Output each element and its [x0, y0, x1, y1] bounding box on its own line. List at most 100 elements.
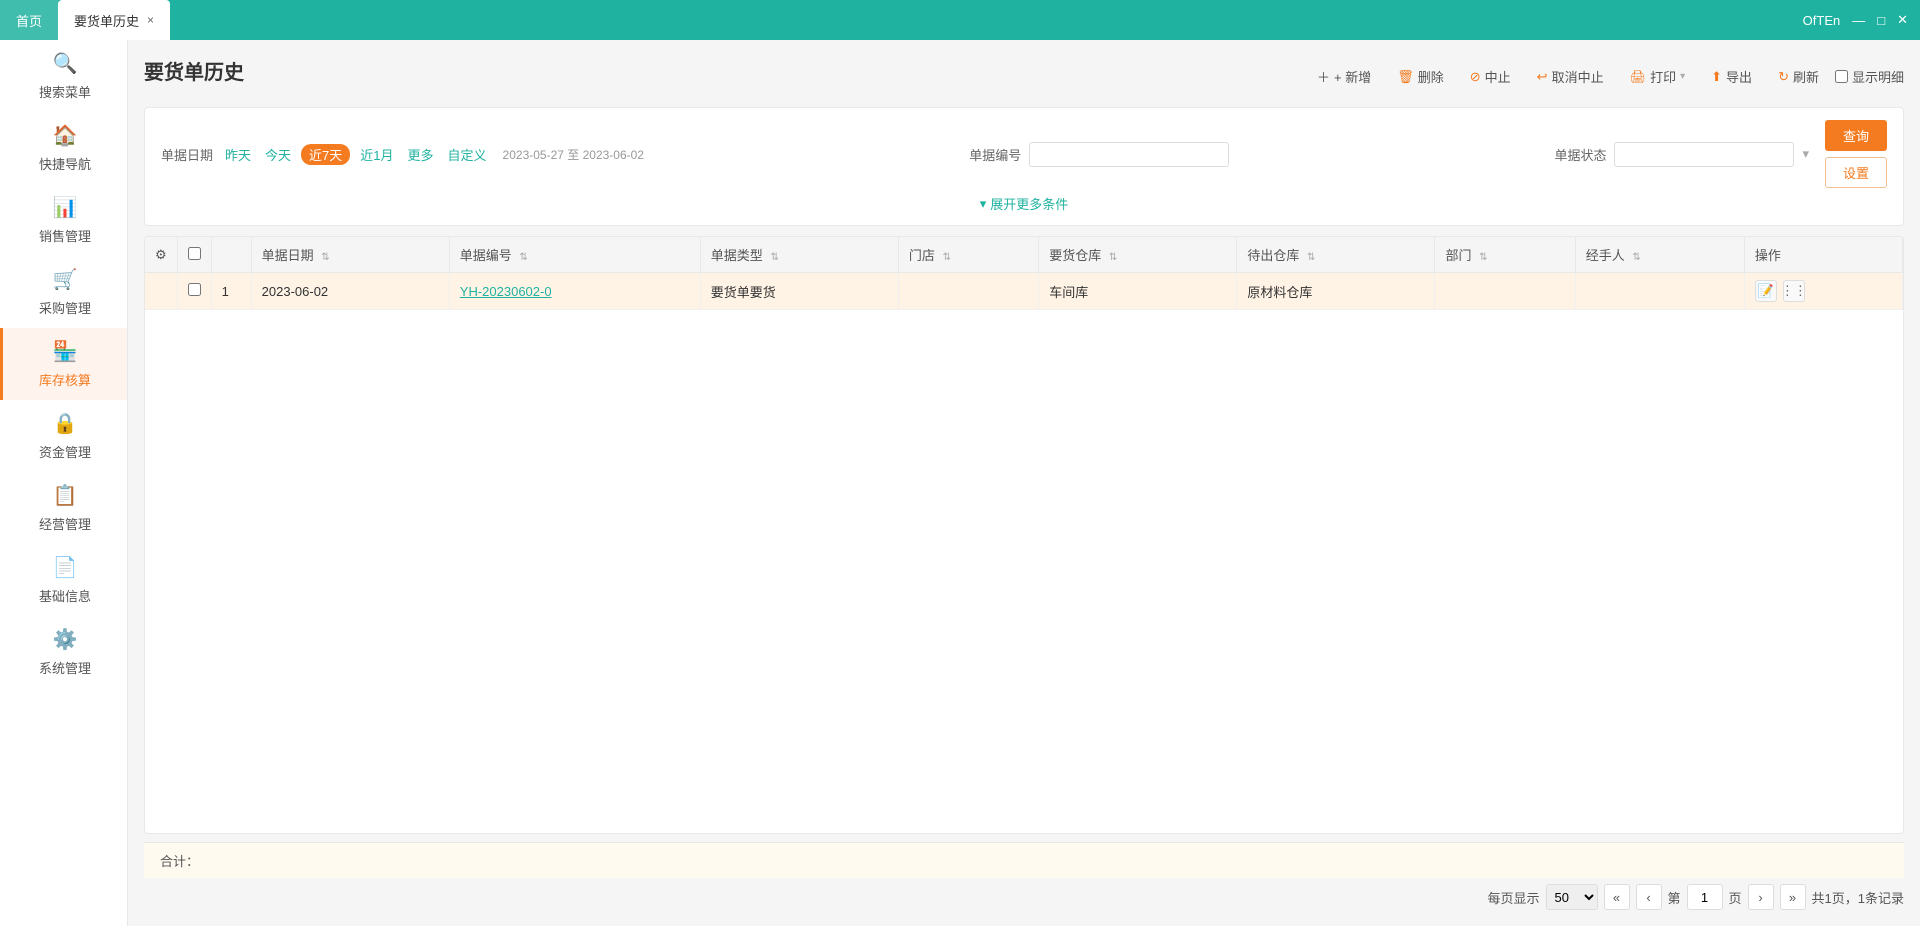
td-doc-no[interactable]: YH-20230602-0 [449, 273, 700, 310]
delete-label: 删除 [1418, 67, 1444, 86]
th-checkbox[interactable] [177, 237, 211, 273]
sidebar-item-basic-info[interactable]: 📄 基础信息 [0, 544, 127, 616]
filter-row-1: 单据日期 昨天 今天 近7天 近1月 更多 自定义 2023-05-27 至 2… [161, 120, 1887, 188]
th-pending-warehouse[interactable]: 待出仓库 ⇅ [1237, 237, 1435, 273]
td-settings [145, 273, 177, 310]
new-btn[interactable]: ＋ + 新增 [1307, 62, 1381, 91]
sidebar-item-label-inventory: 库存核算 [39, 370, 91, 389]
action-edit-btn[interactable]: 📝 [1755, 280, 1777, 302]
refresh-icon: ↻ [1778, 69, 1789, 85]
status-input[interactable] [1614, 142, 1794, 167]
status-dropdown-icon[interactable]: ▾ [1802, 146, 1809, 162]
shortcut-custom[interactable]: 自定义 [444, 144, 491, 165]
sidebar-item-search-menu[interactable]: 🔍 搜索菜单 [0, 40, 127, 112]
next-page-btn[interactable]: › [1748, 884, 1774, 910]
display-detail-checkbox-input[interactable] [1835, 70, 1848, 83]
print-btn[interactable]: 🖨 打印 ▾ [1620, 62, 1696, 91]
sort-pending-warehouse-icon: ⇅ [1307, 252, 1315, 263]
cancel-stop-icon: ↩ [1537, 69, 1548, 85]
page-input[interactable] [1687, 884, 1723, 910]
first-page-btn[interactable]: « [1604, 884, 1630, 910]
purchase-mgmt-icon: 🛒 [53, 267, 78, 292]
maximize-btn[interactable]: □ [1877, 13, 1885, 28]
expand-btn[interactable]: ▾ 展开更多条件 [980, 194, 1069, 213]
delete-btn[interactable]: 🗑 删除 [1387, 62, 1454, 91]
sidebar-item-finance[interactable]: 🔒 资金管理 [0, 400, 127, 472]
td-handler [1575, 273, 1744, 310]
edit-icon: 📝 [1758, 283, 1774, 299]
operations-icon: 📋 [53, 483, 78, 508]
cancel-stop-btn[interactable]: ↩ 取消中止 [1527, 62, 1614, 91]
th-settings[interactable]: ⚙ [145, 237, 177, 273]
row-checkbox[interactable] [188, 283, 201, 296]
shortcut-more[interactable]: 更多 [404, 144, 438, 165]
filter-area: 单据日期 昨天 今天 近7天 近1月 更多 自定义 2023-05-27 至 2… [144, 107, 1904, 226]
shortcut-7days[interactable]: 近7天 [301, 144, 350, 165]
inventory-icon: 🏪 [53, 339, 78, 364]
export-btn[interactable]: ⬆ 导出 [1701, 62, 1762, 91]
shortcut-today[interactable]: 今天 [261, 144, 295, 165]
status-filter-section: 单据状态 ▾ [1554, 142, 1809, 167]
sidebar-item-label-finance: 资金管理 [39, 442, 91, 461]
action-icons: 📝 ⋮⋮ [1755, 280, 1892, 302]
print-label: 打印 [1650, 67, 1676, 86]
tab-close-btn[interactable]: × [147, 13, 154, 27]
tab-home-label: 首页 [16, 11, 42, 30]
sidebar-item-inventory[interactable]: 🏪 库存核算 [0, 328, 127, 400]
tab-active-label: 要货单历史 [74, 11, 139, 30]
export-icon: ⬆ [1711, 69, 1722, 85]
sidebar-item-operations[interactable]: 📋 经营管理 [0, 472, 127, 544]
sales-mgmt-icon: 📊 [53, 195, 78, 220]
shortcut-1month[interactable]: 近1月 [356, 144, 397, 165]
th-department[interactable]: 部门 ⇅ [1435, 237, 1575, 273]
sidebar-item-label-system-mgmt: 系统管理 [39, 658, 91, 677]
delete-icon: 🗑 [1397, 69, 1414, 85]
status-label: 单据状态 [1554, 145, 1606, 164]
sort-handler-icon: ⇅ [1632, 252, 1640, 263]
th-req-warehouse[interactable]: 要货仓库 ⇅ [1039, 237, 1237, 273]
prev-page-btn[interactable]: ‹ [1636, 884, 1662, 910]
stop-label: 中止 [1485, 67, 1511, 86]
th-handler[interactable]: 经手人 ⇅ [1575, 237, 1744, 273]
th-store[interactable]: 门店 ⇅ [898, 237, 1038, 273]
per-page-select[interactable]: 10 20 50 100 [1546, 884, 1598, 910]
main-layout: 🔍 搜索菜单 🏠 快捷导航 📊 销售管理 🛒 采购管理 🏪 库存核算 🔒 资金管… [0, 40, 1920, 926]
shortcut-yesterday[interactable]: 昨天 [221, 144, 255, 165]
sidebar-item-label-search-menu: 搜索菜单 [39, 82, 91, 101]
sidebar-item-sales-mgmt[interactable]: 📊 销售管理 [0, 184, 127, 256]
sort-doc-no-icon: ⇅ [519, 252, 527, 263]
sort-req-warehouse-icon: ⇅ [1109, 252, 1117, 263]
minimize-btn[interactable]: — [1852, 13, 1865, 28]
refresh-btn[interactable]: ↻ 刷新 [1768, 62, 1829, 91]
stop-btn[interactable]: ⊘ 中止 [1460, 62, 1521, 91]
table-wrap: ⚙ 单据日期 ⇅ 单据编号 ⇅ 单据类型 ⇅ [144, 236, 1904, 834]
doc-no-input[interactable] [1029, 142, 1229, 167]
tab-home[interactable]: 首页 [0, 0, 58, 40]
table-header-row: ⚙ 单据日期 ⇅ 单据编号 ⇅ 单据类型 ⇅ [145, 237, 1903, 273]
sidebar-item-system-mgmt[interactable]: ⚙️ 系统管理 [0, 616, 127, 688]
export-label: 导出 [1726, 67, 1752, 86]
filter-settings-btn[interactable]: 设置 [1825, 157, 1887, 188]
query-btn[interactable]: 查询 [1825, 120, 1887, 151]
print-icon: 🖨 [1630, 69, 1647, 85]
last-page-btn[interactable]: » [1780, 884, 1806, 910]
td-pending-warehouse: 原材料仓库 [1237, 273, 1435, 310]
display-detail-toggle[interactable]: 显示明细 [1835, 67, 1904, 86]
top-bar-actions: OfTEn — □ ✕ [1803, 12, 1920, 28]
total-label: 共1页，1条记录 [1812, 888, 1904, 907]
th-doc-no[interactable]: 单据编号 ⇅ [449, 237, 700, 273]
th-doc-type[interactable]: 单据类型 ⇅ [700, 237, 898, 273]
close-window-btn[interactable]: ✕ [1897, 12, 1908, 28]
tab-active[interactable]: 要货单历史 × [58, 0, 170, 40]
action-more-btn[interactable]: ⋮⋮ [1783, 280, 1805, 302]
sidebar-item-label-quick-nav: 快捷导航 [39, 154, 91, 173]
select-all-checkbox[interactable] [188, 247, 201, 260]
td-checkbox[interactable] [177, 273, 211, 310]
sidebar-item-label-sales-mgmt: 销售管理 [39, 226, 91, 245]
sidebar-item-purchase-mgmt[interactable]: 🛒 采购管理 [0, 256, 127, 328]
td-seq: 1 [211, 273, 251, 310]
doc-no-link[interactable]: YH-20230602-0 [460, 284, 552, 299]
th-doc-date[interactable]: 单据日期 ⇅ [251, 237, 449, 273]
sidebar-item-quick-nav[interactable]: 🏠 快捷导航 [0, 112, 127, 184]
td-req-warehouse: 车间库 [1039, 273, 1237, 310]
